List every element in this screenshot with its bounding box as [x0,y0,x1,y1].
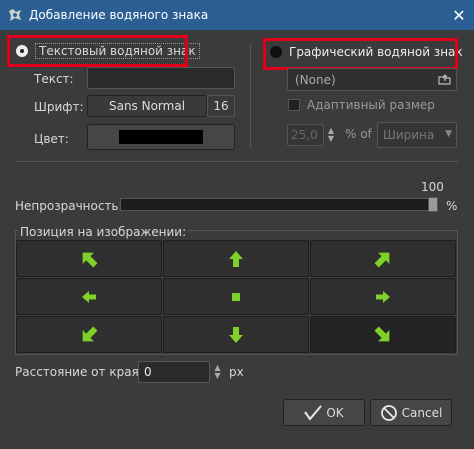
size-field[interactable]: 25,0 [287,124,324,146]
margin-unit: px [229,365,244,379]
highlight-box-text-mode [7,35,188,67]
percent-of-label: % of [345,127,372,141]
arrow-down-icon [229,326,243,343]
margin-spinner[interactable]: ▲ ▼ [211,362,224,382]
font-name: Sans Normal [108,99,186,113]
font-size-field[interactable]: 16 [207,95,235,117]
spin-down-icon[interactable]: ▼ [214,372,220,380]
ok-label: OK [326,405,344,420]
position-group-label: Позиция на изображении: [18,225,189,239]
text-label: Текст: [34,72,74,86]
image-file-field[interactable]: (None) [287,68,457,91]
adaptive-size-checkbox[interactable]: Адаптивный размер [288,98,435,112]
position-bottom-left-button[interactable] [16,316,162,353]
position-grid [16,240,456,353]
center-icon [232,292,240,301]
highlight-box-image-mode [263,38,458,70]
color-swatch [119,130,203,144]
arrow-right-icon [376,290,390,303]
arrow-up-icon [229,250,243,267]
position-right-button[interactable] [310,278,456,315]
cancel-button[interactable]: Cancel [370,399,452,426]
position-center-button[interactable] [163,278,309,315]
cancel-label: Cancel [401,405,443,420]
cancel-icon [380,404,397,421]
margin-label: Расстояние от края: [15,365,143,379]
dimension-value: Ширина [383,128,435,142]
margin-field[interactable]: 0 [138,361,210,383]
arrow-down-left-icon [82,326,98,341]
horizontal-separator [15,161,458,162]
gimp-app-icon [9,9,21,21]
close-icon: ✕ [452,5,466,25]
text-input[interactable] [87,67,235,89]
title-bar: Добавление водяного знака ✕ [0,0,474,30]
close-button[interactable]: ✕ [444,0,474,30]
window-title: Добавление водяного знака [29,8,209,22]
size-spinner[interactable]: ▲ ▼ [325,125,337,145]
color-button[interactable] [87,124,235,150]
open-file-icon[interactable] [438,73,452,87]
position-bottom-right-button[interactable] [310,316,456,353]
arrow-left-icon [82,290,96,303]
checkbox-icon [288,99,300,111]
position-top-right-button[interactable] [310,240,456,277]
vertical-separator [250,44,251,148]
opacity-unit: % [446,199,458,213]
size-value: 25,0 [291,128,318,142]
font-size-value: 16 [213,99,229,113]
position-bottom-button[interactable] [163,316,309,353]
opacity-slider[interactable] [120,198,438,211]
font-label: Шрифт: [34,100,84,114]
check-icon [304,404,323,421]
position-top-left-button[interactable] [16,240,162,277]
opacity-label: Непрозрачность: [15,199,123,213]
font-button[interactable]: Sans Normal [87,95,207,117]
position-left-button[interactable] [16,278,162,315]
arrow-up-right-icon [374,252,390,267]
image-file-value: (None) [295,72,336,87]
color-label: Цвет: [34,132,69,146]
adaptive-size-label: Адаптивный размер [307,98,435,112]
spin-down-icon[interactable]: ▼ [328,135,334,143]
chevron-down-icon: ▼ [445,129,452,139]
margin-value: 0 [144,365,152,379]
ok-button[interactable]: OK [283,399,365,426]
arrow-down-right-icon [374,326,390,341]
opacity-value: 100 [421,180,444,194]
opacity-slider-handle[interactable] [428,197,438,212]
arrow-up-left-icon [82,252,98,267]
position-top-button[interactable] [163,240,309,277]
dimension-select[interactable]: Ширина ▼ [377,122,457,148]
